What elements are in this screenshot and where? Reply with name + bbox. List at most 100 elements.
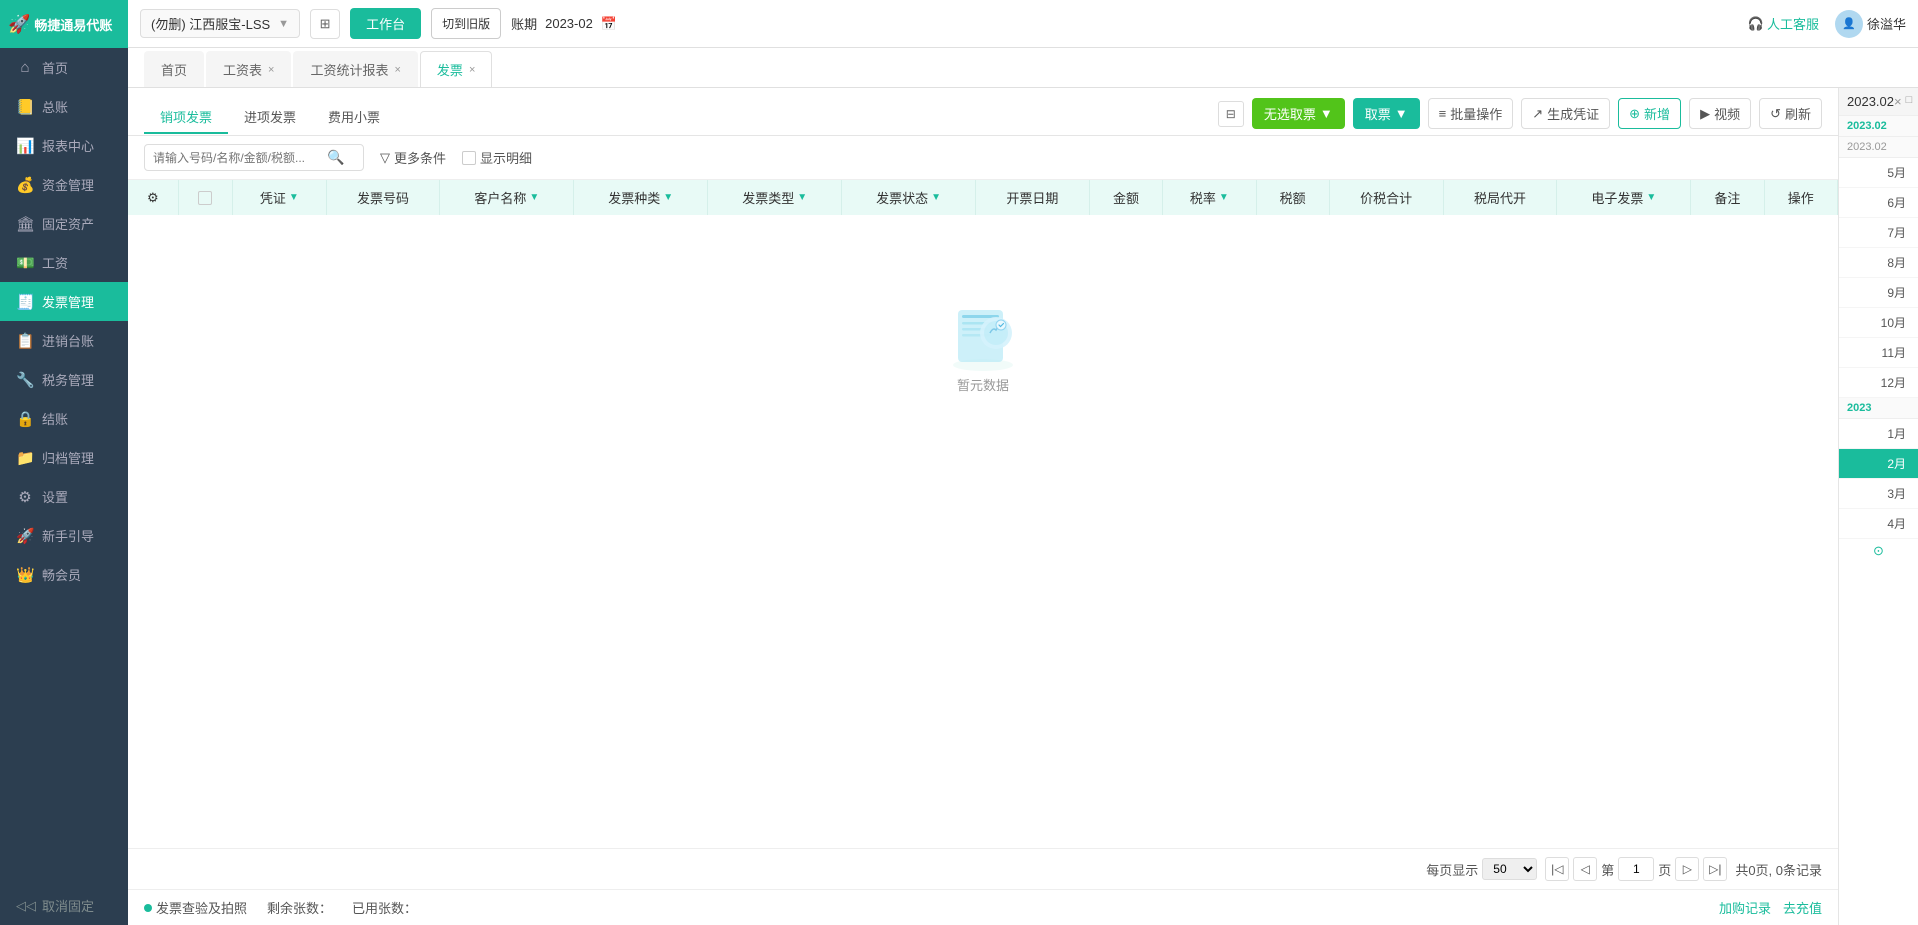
tab-invoice[interactable]: 发票 × [420, 51, 492, 87]
sidebar-item-reports[interactable]: 📊 报表中心 [0, 126, 128, 165]
customer-filter-icon[interactable]: ▼ [529, 192, 539, 203]
status-filter-icon[interactable]: ▼ [931, 192, 941, 203]
sidebar-item-label: 资金管理 [42, 175, 94, 194]
sidebar-item-payroll[interactable]: 💵 工资 [0, 243, 128, 282]
guide-icon: 🚀 [16, 527, 34, 545]
sidebar-item-settings[interactable]: ⚙ 设置 [0, 477, 128, 516]
month-2022-12[interactable]: 12月 [1839, 368, 1918, 398]
subtab-expense-label: 费用小票 [328, 110, 380, 125]
date-panel-maximize-btn[interactable]: □ [1906, 94, 1913, 109]
month-2022-05[interactable]: 5月 [1839, 158, 1918, 188]
recharge-link[interactable]: 去充值 [1783, 898, 1822, 917]
subtab-expense[interactable]: 费用小票 [312, 101, 396, 134]
tab-payroll-stats-close[interactable]: × [394, 64, 400, 76]
show-detail-toggle[interactable]: 显示明细 [462, 148, 532, 167]
scroll-indicator[interactable]: ⊙ [1839, 539, 1918, 563]
prev-page-btn[interactable]: ◁ [1573, 857, 1597, 881]
user-menu[interactable]: 👤 徐溢华 [1835, 10, 1906, 38]
video-button[interactable]: ▶ 视频 [1689, 98, 1751, 129]
tab-payroll-close[interactable]: × [268, 64, 274, 76]
th-tax-rate: 税率▼ [1163, 180, 1256, 215]
th-tax-rate-label: 税率 [1190, 188, 1216, 207]
first-page-btn[interactable]: |◁ [1545, 857, 1569, 881]
month-2022-08[interactable]: 8月 [1839, 248, 1918, 278]
month-2022-10[interactable]: 10月 [1839, 308, 1918, 338]
subtab-sales[interactable]: 销项发票 [144, 101, 228, 134]
company-settings-icon[interactable]: ⊞ [310, 9, 340, 39]
column-settings-btn[interactable]: ⊟ [1218, 101, 1244, 127]
verify-section: 发票查验及拍照 [144, 898, 247, 917]
month-2022-07[interactable]: 7月 [1839, 218, 1918, 248]
get-invoice-label: 取票 [1365, 104, 1391, 123]
join-link[interactable]: 加购记录 [1719, 898, 1771, 917]
voucher-filter-icon[interactable]: ▼ [289, 192, 299, 203]
no-tax-button[interactable]: 无选取票 ▼ [1252, 98, 1345, 129]
sidebar-item-tax[interactable]: 🔧 税务管理 [0, 360, 128, 399]
th-settings[interactable]: ⚙ [128, 180, 178, 215]
sidebar-item-closing[interactable]: 🔒 结账 [0, 399, 128, 438]
sidebar-item-funds[interactable]: 💰 资金管理 [0, 165, 128, 204]
tab-invoice-close[interactable]: × [469, 64, 475, 76]
sidebar-item-invoices[interactable]: 🧾 发票管理 [0, 282, 128, 321]
month-2023-03[interactable]: 3月 [1839, 479, 1918, 509]
th-tax-label: 税额 [1280, 188, 1306, 207]
e-invoice-filter-icon[interactable]: ▼ [1646, 192, 1656, 203]
new-invoice-button[interactable]: ⊕ 新增 [1618, 98, 1681, 129]
sidebar-item-assets[interactable]: 🏛 固定资产 [0, 204, 128, 243]
funds-icon: 💰 [16, 176, 34, 194]
tab-payroll[interactable]: 工资表 × [206, 51, 291, 87]
refresh-button[interactable]: ↺ 刷新 [1759, 98, 1822, 129]
tax-rate-filter-icon[interactable]: ▼ [1219, 192, 1229, 203]
th-remark: 备注 [1691, 180, 1764, 215]
refresh-label: 刷新 [1785, 104, 1811, 123]
get-invoice-button[interactable]: 取票 ▼ [1353, 98, 1420, 129]
company-selector[interactable]: (勿删) 江西服宝-LSS ▼ [140, 9, 300, 38]
sidebar-item-archive[interactable]: 📁 归档管理 [0, 438, 128, 477]
batch-icon: ≡ [1439, 106, 1447, 121]
old-version-button[interactable]: 切到旧版 [431, 8, 501, 39]
search-icon[interactable]: 🔍 [327, 149, 344, 166]
sidebar-pin-toggle[interactable]: ◁◁ 取消固定 [0, 886, 128, 925]
th-tax-office: 税局代开 [1443, 180, 1557, 215]
per-page-select[interactable]: 50 100 200 [1482, 858, 1537, 880]
period-calendar-icon[interactable]: 📅 [601, 16, 617, 32]
tab-payroll-stats[interactable]: 工资统计报表 × [293, 51, 417, 87]
tab-home-label: 首页 [161, 60, 187, 79]
new-icon: ⊕ [1629, 106, 1640, 122]
sidebar-item-sales[interactable]: 📋 进销台账 [0, 321, 128, 360]
batch-op-button[interactable]: ≡ 批量操作 [1428, 98, 1514, 129]
per-page-label: 每页显示 [1426, 860, 1478, 879]
show-detail-checkbox[interactable] [462, 151, 476, 165]
month-2022-06[interactable]: 6月 [1839, 188, 1918, 218]
page-label: 第 [1601, 860, 1614, 879]
cat-filter-icon[interactable]: ▼ [797, 192, 807, 203]
customer-service-btn[interactable]: 🎧 人工客服 [1748, 14, 1819, 33]
page-input[interactable] [1618, 857, 1654, 881]
th-checkbox[interactable] [178, 180, 233, 215]
invoice-subtab-bar: 销项发票 进项发票 费用小票 ⊟ 无选取票 ▼ 取票 [128, 88, 1838, 136]
sidebar-item-label: 结账 [42, 409, 68, 428]
sidebar-item-ledger[interactable]: 📒 总账 [0, 87, 128, 126]
workspace-button[interactable]: 工作台 [350, 8, 421, 39]
type-filter-icon[interactable]: ▼ [663, 192, 673, 203]
subtab-purchase[interactable]: 进项发票 [228, 101, 312, 134]
subtab-sales-label: 销项发票 [160, 110, 212, 125]
month-2023-04[interactable]: 4月 [1839, 509, 1918, 539]
sidebar-item-member[interactable]: 👑 畅会员 [0, 555, 128, 594]
th-invoice-type-label: 发票种类 [608, 188, 660, 207]
year-2022-label2: 2023.02 [1839, 137, 1918, 158]
gen-voucher-button[interactable]: ↗ 生成凭证 [1521, 98, 1610, 129]
sidebar-item-home[interactable]: ⌂ 首页 [0, 48, 128, 87]
month-2023-01[interactable]: 1月 [1839, 419, 1918, 449]
month-2022-11[interactable]: 11月 [1839, 338, 1918, 368]
date-panel-close-btn[interactable]: × [1894, 94, 1902, 109]
tab-home[interactable]: 首页 [144, 51, 204, 87]
th-invoice-type: 发票种类▼ [574, 180, 708, 215]
more-filter-btn[interactable]: ▽ 更多条件 [380, 148, 446, 167]
search-input[interactable] [153, 151, 323, 165]
sidebar-item-guide[interactable]: 🚀 新手引导 [0, 516, 128, 555]
last-page-btn[interactable]: ▷| [1703, 857, 1727, 881]
month-2023-02[interactable]: 2月 [1839, 449, 1918, 479]
month-2022-09[interactable]: 9月 [1839, 278, 1918, 308]
next-page-btn[interactable]: ▷ [1675, 857, 1699, 881]
